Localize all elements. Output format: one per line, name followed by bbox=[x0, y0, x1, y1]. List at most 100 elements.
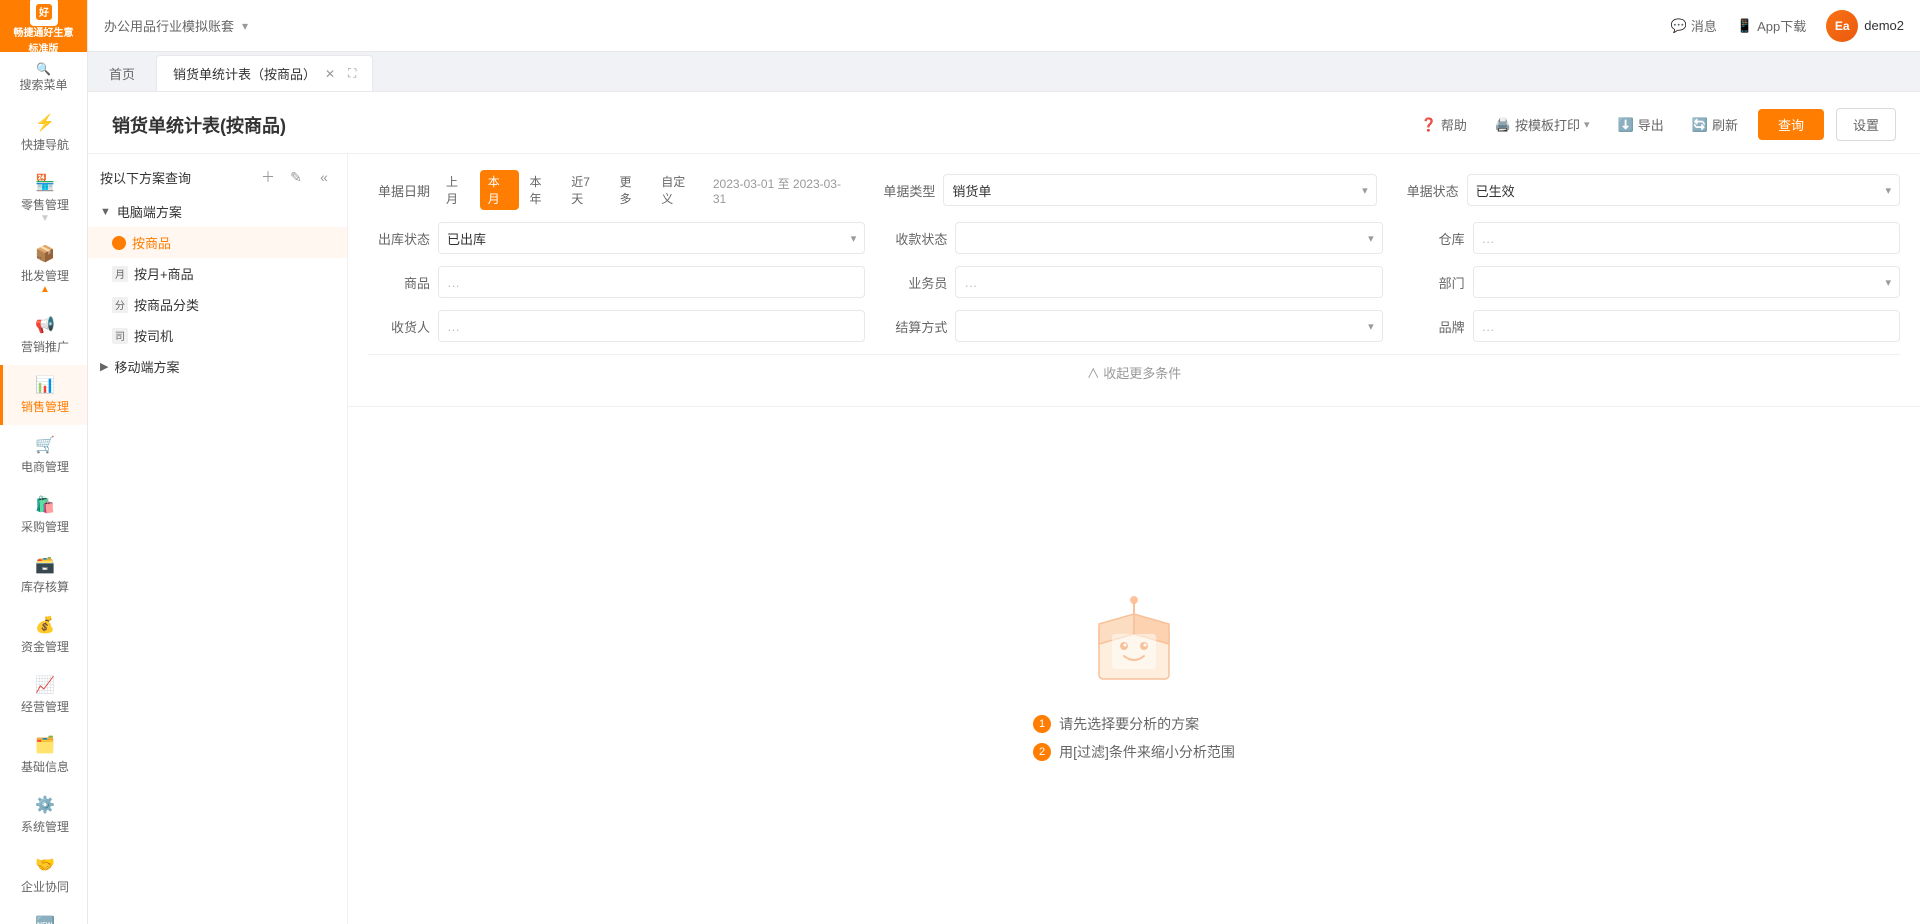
storage-label: 仓库 bbox=[1403, 229, 1473, 248]
sidebar-item-enterprise[interactable]: 🤝 企业协同 bbox=[0, 845, 88, 905]
tab-close-button[interactable]: ✕ bbox=[322, 66, 338, 82]
warehouse-field[interactable]: 已出库 ▾ bbox=[438, 222, 865, 254]
retail-icon: 🏪 bbox=[35, 173, 55, 193]
tab-home[interactable]: 首页 bbox=[92, 55, 152, 91]
filter-row-3: 商品 … 业务员 … 部门 ▾ bbox=[368, 266, 1900, 298]
refresh-label: 刷新 bbox=[1712, 115, 1738, 134]
logo-icon: 好 bbox=[30, 0, 58, 26]
sidebar-item-shortcut[interactable]: ⚡ 快捷导航 bbox=[0, 103, 88, 163]
export-label: 导出 bbox=[1638, 115, 1664, 134]
add-icon: ＋ bbox=[261, 167, 275, 187]
collapse-icon: « bbox=[320, 169, 328, 185]
tree-parent-mobile[interactable]: ▶ 移动端方案 bbox=[88, 351, 347, 382]
wholesale-label: 批发管理 bbox=[21, 267, 69, 284]
tree-item-by-goods[interactable]: 按商品 bbox=[88, 227, 347, 258]
date-tab-more[interactable]: 更多 bbox=[612, 170, 652, 210]
user-profile[interactable]: Ea demo2 bbox=[1826, 10, 1904, 42]
sub-icon-month: 月 bbox=[112, 266, 128, 282]
warehouse-value: 已出库 bbox=[447, 229, 486, 248]
filter-section: 单据日期 上月 本月 本年 近7天 更多 自定义 2023-03-01 至 20… bbox=[348, 154, 1920, 407]
header-left: 办公用品行业模拟账套 ▾ bbox=[104, 16, 248, 35]
settlement-field[interactable]: ▾ bbox=[955, 310, 1382, 342]
date-tab-7days[interactable]: 近7天 bbox=[563, 170, 609, 210]
date-tabs: 上月 本月 本年 近7天 更多 自定义 bbox=[438, 170, 705, 210]
page-header: 销货单统计表(按商品) ❓ 帮助 🖨️ 按模板打印 ▾ ⬇️ 导出 🔄 刷新 bbox=[88, 92, 1920, 154]
query-button[interactable]: 查询 bbox=[1758, 109, 1824, 140]
dept-dropdown-icon: ▾ bbox=[1885, 276, 1891, 289]
sidebar-item-sales[interactable]: 📊 销售管理 bbox=[0, 365, 88, 425]
tree-item-by-month-goods[interactable]: 月 按月+商品 bbox=[88, 258, 347, 289]
export-button[interactable]: ⬇️ 导出 bbox=[1610, 111, 1672, 138]
help-button[interactable]: ❓ 帮助 bbox=[1413, 111, 1475, 138]
tree-expand-icon: ▼ bbox=[100, 206, 111, 218]
content-wrapper: 按以下方案查询 ＋ ✎ « ▼ bbox=[88, 154, 1920, 924]
tab-sales-report[interactable]: 销货单统计表（按商品） ✕ ⛶ bbox=[156, 55, 373, 91]
sidebar-item-ecommerce[interactable]: 🛒 电商管理 bbox=[0, 425, 88, 485]
export-icon: ⬇️ bbox=[1618, 117, 1634, 133]
settings-button[interactable]: 设置 bbox=[1836, 108, 1896, 141]
empty-tip-1: 1 请先选择要分析的方案 bbox=[1033, 714, 1235, 734]
empty-tip-2: 2 用[过滤]条件来缩小分析范围 bbox=[1033, 742, 1235, 762]
basic-icon: 🗂️ bbox=[35, 735, 55, 755]
sidebar-item-system[interactable]: ⚙️ 系统管理 bbox=[0, 785, 88, 845]
search-menu-item[interactable]: 🔍 搜索菜单 bbox=[0, 52, 88, 103]
tree-item-by-category[interactable]: 分 按商品分类 bbox=[88, 289, 347, 320]
breadcrumb-dropdown-icon[interactable]: ▾ bbox=[242, 19, 248, 33]
brand-field[interactable]: … bbox=[1473, 310, 1900, 342]
goods-dots: … bbox=[447, 275, 460, 290]
salesman-field[interactable]: … bbox=[955, 266, 1382, 298]
dept-field[interactable]: ▾ bbox=[1473, 266, 1900, 298]
date-label: 单据日期 bbox=[368, 181, 438, 200]
refresh-button[interactable]: 🔄 刷新 bbox=[1684, 111, 1746, 138]
receiver-field[interactable]: … bbox=[438, 310, 865, 342]
payment-field[interactable]: ▾ bbox=[955, 222, 1382, 254]
date-tab-last-month[interactable]: 上月 bbox=[438, 170, 478, 210]
date-range: 2023-03-01 至 2023-03-31 bbox=[713, 175, 853, 206]
sidebar-item-guide[interactable]: 🆕 新手引导 bbox=[0, 905, 88, 924]
print-button[interactable]: 🖨️ 按模板打印 ▾ bbox=[1487, 111, 1598, 138]
tab-home-label: 首页 bbox=[109, 64, 135, 83]
goods-field[interactable]: … bbox=[438, 266, 865, 298]
doc-status-field[interactable]: 已生效 ▾ bbox=[1467, 174, 1900, 206]
storage-field[interactable]: … bbox=[1473, 222, 1900, 254]
purchase-label: 采购管理 bbox=[21, 518, 69, 535]
header-right: 💬 消息 📱 App下载 Ea demo2 bbox=[1671, 10, 1904, 42]
add-scheme-button[interactable]: ＋ bbox=[257, 166, 279, 188]
sidebar-item-inventory[interactable]: 🗃️ 库存核算 bbox=[0, 545, 88, 605]
tree-parent-label: 电脑端方案 bbox=[117, 202, 182, 221]
tab-maximize-icon[interactable]: ⛶ bbox=[348, 66, 356, 81]
brand-label: 品牌 bbox=[1403, 317, 1473, 336]
date-tab-this-year[interactable]: 本年 bbox=[521, 170, 561, 210]
doc-type-value: 销货单 bbox=[952, 181, 991, 200]
sidebar-item-marketing[interactable]: 📢 营销推广 bbox=[0, 305, 88, 365]
sidebar-item-wholesale[interactable]: 📦 批发管理 ▲ bbox=[0, 234, 88, 305]
panel-header-icons: ＋ ✎ « bbox=[257, 166, 335, 188]
shortcut-icon: ⚡ bbox=[35, 113, 55, 133]
avatar-text: Ea bbox=[1835, 19, 1850, 33]
empty-state-icon bbox=[1074, 574, 1194, 694]
app-download-label: App下载 bbox=[1757, 16, 1806, 35]
sidebar-item-basic[interactable]: 🗂️ 基础信息 bbox=[0, 725, 88, 785]
doc-type-field[interactable]: 销货单 ▾ bbox=[943, 174, 1376, 206]
sidebar-item-operation[interactable]: 📈 经营管理 bbox=[0, 665, 88, 725]
date-tab-custom[interactable]: 自定义 bbox=[653, 170, 705, 210]
payment-label: 收款状态 bbox=[885, 229, 955, 248]
collapse-button[interactable]: ∧ 收起更多条件 bbox=[368, 354, 1900, 390]
app-download-icon: 📱 bbox=[1737, 18, 1753, 34]
app-download-action[interactable]: 📱 App下载 bbox=[1737, 16, 1806, 35]
tip-dot-1: 1 bbox=[1033, 715, 1051, 733]
tree-item-by-driver[interactable]: 司 按司机 bbox=[88, 320, 347, 351]
collapse-panel-button[interactable]: « bbox=[313, 166, 335, 188]
sidebar-item-purchase[interactable]: 🛍️ 采购管理 bbox=[0, 485, 88, 545]
sidebar-item-finance[interactable]: 💰 资金管理 bbox=[0, 605, 88, 665]
message-action[interactable]: 💬 消息 bbox=[1671, 16, 1717, 35]
dept-label: 部门 bbox=[1403, 273, 1473, 292]
finance-icon: 💰 bbox=[35, 615, 55, 635]
edit-scheme-button[interactable]: ✎ bbox=[285, 166, 307, 188]
tree-parent-desktop[interactable]: ▼ 电脑端方案 bbox=[88, 196, 347, 227]
sidebar-item-retail[interactable]: 🏪 零售管理 ▼ bbox=[0, 163, 88, 234]
collapse-label: ∧ 收起更多条件 bbox=[1087, 366, 1182, 381]
user-name: demo2 bbox=[1864, 18, 1904, 33]
date-tab-this-month[interactable]: 本月 bbox=[480, 170, 520, 210]
panel-header-label: 按以下方案查询 bbox=[100, 168, 191, 187]
